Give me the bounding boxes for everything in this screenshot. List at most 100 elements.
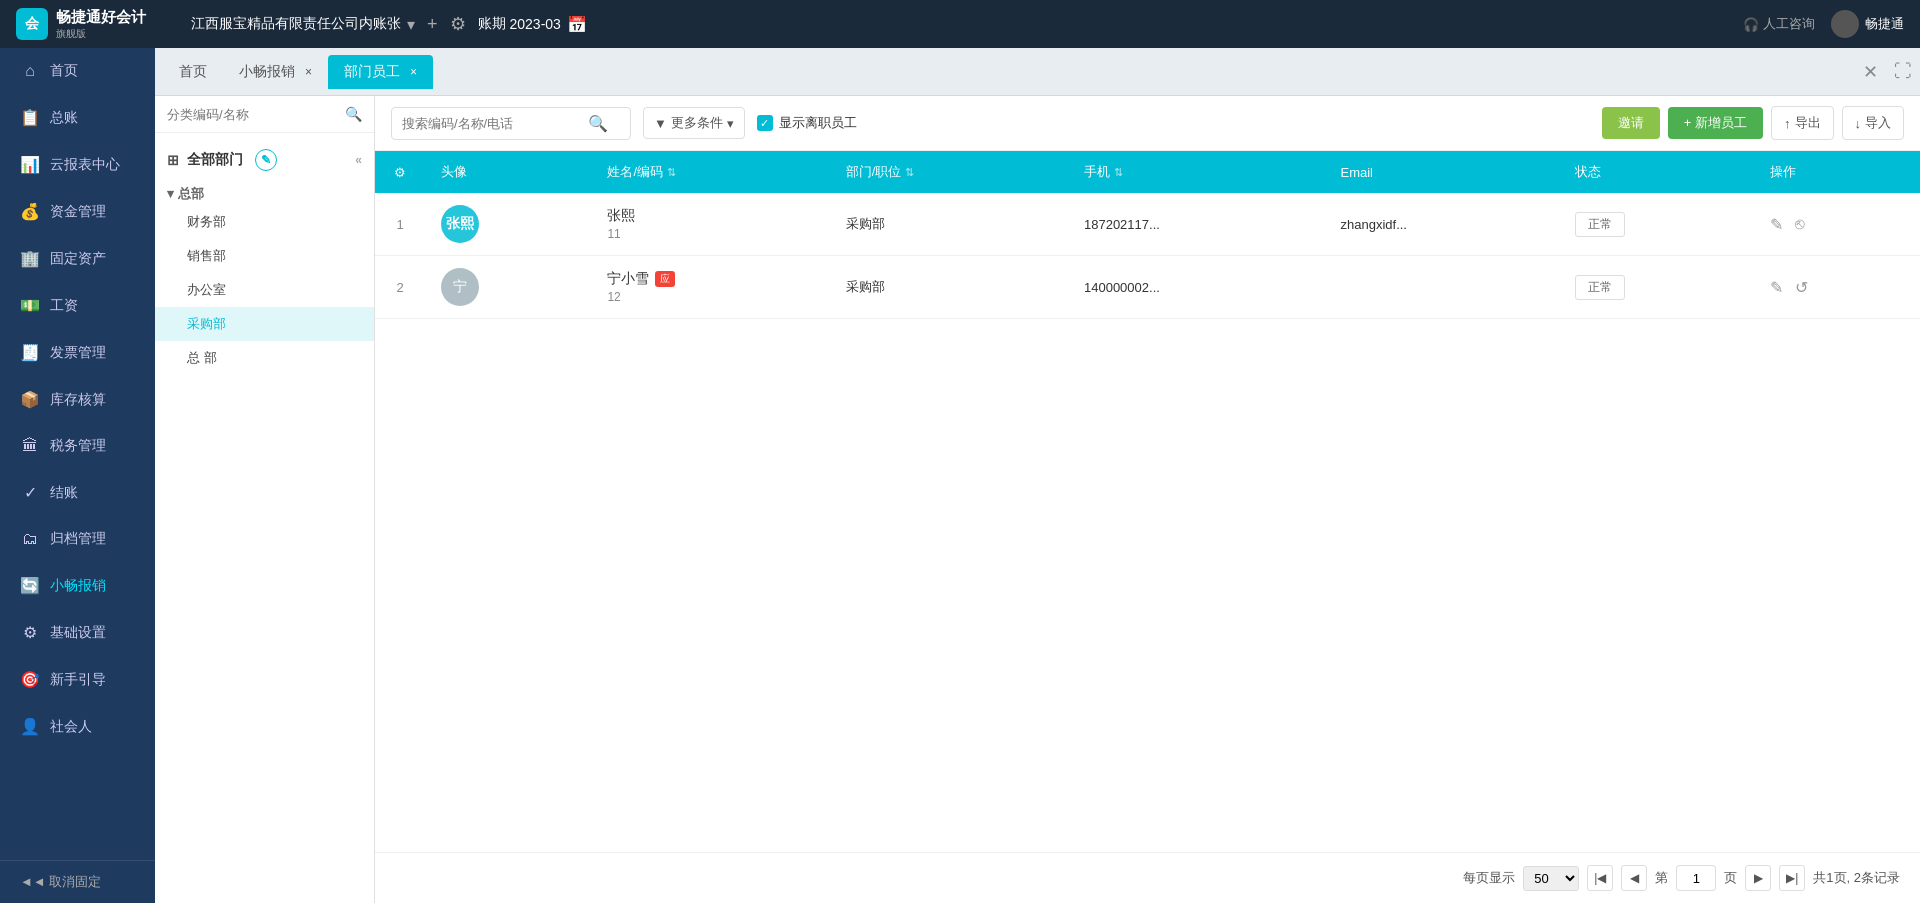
col-email: Email [1324,151,1558,193]
dept-edit-button[interactable]: ✎ [255,149,277,171]
all-dept-label: 全部部门 [187,151,243,169]
sidebar-item-archive[interactable]: 🗂 归档管理 [0,516,155,562]
sidebar-item-expense[interactable]: 🔄 小畅报销 [0,562,155,609]
dept-search-input[interactable] [167,107,345,122]
invite-button[interactable]: 邀请 [1602,107,1660,139]
row2-status: 正常 [1559,256,1754,319]
sidebar-label-tax: 税务管理 [50,437,106,455]
sidebar-item-funds[interactable]: 💰 资金管理 [0,188,155,235]
app-name: 畅捷通好会计 [56,8,146,27]
employee-search-input[interactable] [402,116,582,131]
tab-home[interactable]: 首页 [163,55,223,89]
assets-icon: 🏢 [20,249,40,268]
main-content: 首页 小畅报销 × 部门员工 × ✕ ⛶ 🔍 ⊞ 全部部门 ✎ [155,48,1920,903]
name-sort-icon[interactable]: ⇅ [667,166,676,178]
tab-bar: 首页 小畅报销 × 部门员工 × ✕ ⛶ [155,48,1920,96]
sidebar-item-social[interactable]: 👤 社会人 [0,703,155,750]
dept-item-office[interactable]: 办公室 [155,273,374,307]
col-name[interactable]: 姓名/编码 ⇅ [591,151,829,193]
import-button[interactable]: ↓ 导入 [1842,106,1905,140]
user-menu[interactable]: 畅捷通 [1831,10,1904,38]
phone-sort-icon[interactable]: ⇅ [1114,166,1123,178]
filter-icon: ▼ [654,116,667,131]
row1-email: zhangxidf... [1324,193,1558,256]
show-inactive-checkbox[interactable]: ✓ [757,115,773,131]
next-page-button[interactable]: ▶ [1745,865,1771,891]
sidebar-item-guide[interactable]: 🎯 新手引导 [0,656,155,703]
calendar-icon[interactable]: 📅 [567,15,587,34]
sidebar-item-inventory[interactable]: 📦 库存核算 [0,376,155,423]
row2-edit-icon[interactable]: ✎ [1770,278,1783,297]
sidebar-item-home[interactable]: ⌂ 首页 [0,48,155,94]
row1-status: 正常 [1559,193,1754,256]
row1-edit-icon[interactable]: ✎ [1770,215,1783,234]
row1-logout-icon[interactable]: ⎋ [1795,215,1805,233]
sidebar-item-assets[interactable]: 🏢 固定资产 [0,235,155,282]
tab-home-label: 首页 [179,63,207,81]
page-size-select[interactable]: 50 100 200 [1523,866,1579,891]
row2-index: 2 [375,256,425,319]
dept-collapse-icon[interactable]: « [355,153,362,167]
employee-search-icon[interactable]: 🔍 [588,114,608,133]
tab-employee[interactable]: 部门员工 × [328,55,433,89]
employee-search-bar: 🔍 [391,107,631,140]
unpin-button[interactable]: ◄◄ 取消固定 [0,860,155,903]
sidebar-item-ledger[interactable]: 📋 总账 [0,94,155,141]
row2-name-row: 宁小雪 应 [607,270,813,288]
close-tab-icon[interactable]: ✕ [1863,61,1878,83]
row1-name-cell: 张熙 11 [591,193,829,256]
row2-name: 宁小雪 [607,270,649,288]
right-panel: 🔍 ▼ 更多条件 ▾ ✓ 显示离职员工 邀请 + 新增员工 ↑ 导出 [375,96,1920,903]
col-settings[interactable]: ⚙ [375,151,425,193]
export-label: 导出 [1795,114,1821,132]
sidebar-item-invoice[interactable]: 🧾 发票管理 [0,329,155,376]
sidebar-label-invoice: 发票管理 [50,344,106,362]
dept-item-purchase[interactable]: 采购部 [155,307,374,341]
sidebar-item-reports[interactable]: 📊 云报表中心 [0,141,155,188]
sidebar: ⌂ 首页 📋 总账 📊 云报表中心 💰 资金管理 🏢 固定资产 💵 工资 🧾 发… [0,48,155,903]
sidebar-item-settings[interactable]: ⚙ 基础设置 [0,609,155,656]
tab-expense[interactable]: 小畅报销 × [223,55,328,89]
col-dept[interactable]: 部门/职位 ⇅ [830,151,1068,193]
page-number-input[interactable] [1676,865,1716,891]
dept-item-general[interactable]: 总 部 [155,341,374,375]
dept-item-sales[interactable]: 销售部 [155,239,374,273]
more-filter-button[interactable]: ▼ 更多条件 ▾ [643,107,745,139]
row2-status-badge: 正常 [1575,275,1625,300]
ledger-icon: 📋 [20,108,40,127]
sidebar-item-close[interactable]: ✓ 结账 [0,469,155,516]
tab-expense-close[interactable]: × [305,65,312,79]
employee-table: ⚙ 头像 姓名/编码 ⇅ 部门/职位 ⇅ 手机 ⇅ Email [375,151,1920,319]
dept-search-icon[interactable]: 🔍 [345,106,362,122]
sidebar-label-assets: 固定资产 [50,250,106,268]
app-sub: 旗舰版 [56,27,146,41]
company-dropdown-icon[interactable]: ▾ [407,15,415,34]
dept-group-label-main: ▾ 总部 [155,179,374,205]
period-value: 2023-03 [510,16,561,32]
first-page-button[interactable]: |◀ [1587,865,1613,891]
tab-actions: ✕ ⛶ [1863,61,1912,83]
last-page-button[interactable]: ▶| [1779,865,1805,891]
show-inactive-toggle[interactable]: ✓ 显示离职员工 [757,114,857,132]
dept-item-finance[interactable]: 财务部 [155,205,374,239]
row2-name-cell: 宁小雪 应 12 [591,256,829,319]
support-button[interactable]: 🎧 人工咨询 [1743,15,1815,33]
add-employee-button[interactable]: + 新增员工 [1668,107,1763,139]
add-tab-icon[interactable]: + [427,14,438,35]
dept-sort-icon[interactable]: ⇅ [905,166,914,178]
all-departments[interactable]: ⊞ 全部部门 ✎ « [155,141,374,179]
expand-icon[interactable]: ⛶ [1894,61,1912,82]
col-phone[interactable]: 手机 ⇅ [1068,151,1325,193]
tab-employee-close[interactable]: × [410,65,417,79]
sidebar-label-social: 社会人 [50,718,92,736]
logo-area: 会 畅捷通好会计 旗舰版 [16,8,171,41]
sidebar-item-salary[interactable]: 💵 工资 [0,282,155,329]
sidebar-item-tax[interactable]: 🏛 税务管理 [0,423,155,469]
settings-icon[interactable]: ⚙ [450,13,466,35]
export-button[interactable]: ↑ 导出 [1771,106,1834,140]
prev-page-button[interactable]: ◀ [1621,865,1647,891]
row2-delete-icon[interactable]: ↺ [1795,278,1808,297]
row1-index: 1 [375,193,425,256]
reports-icon: 📊 [20,155,40,174]
row1-actions: ✎ ⎋ [1754,193,1920,256]
